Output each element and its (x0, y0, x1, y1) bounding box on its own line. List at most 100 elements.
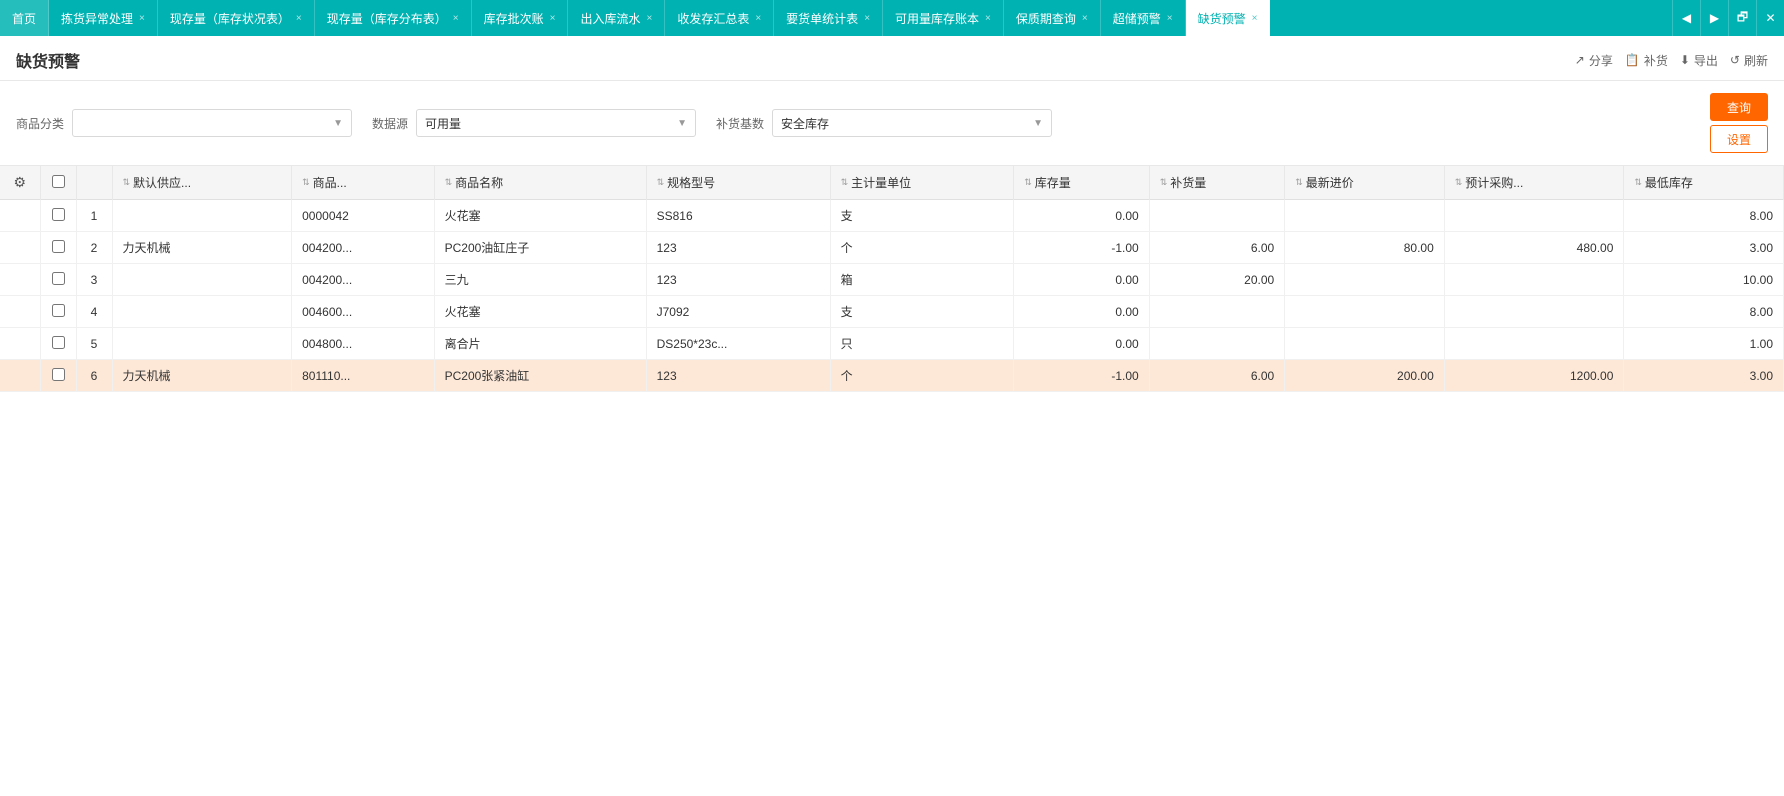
nav-stock-dist-close[interactable]: × (453, 13, 459, 24)
nav-expiry[interactable]: 保质期查询 × (1004, 0, 1101, 36)
nav-stock-dist[interactable]: 现存量（库存分布表） × (315, 0, 472, 36)
row-checkbox[interactable] (52, 208, 65, 221)
nav-stock-status[interactable]: 现存量（库存状况表） × (158, 0, 315, 36)
select-all-checkbox[interactable] (52, 175, 65, 188)
row-checkbox-cell[interactable] (40, 200, 76, 232)
row-stock: 0.00 (1014, 264, 1150, 296)
th-est-purchase-label: 预计采购... (1465, 174, 1523, 191)
row-checkbox[interactable] (52, 336, 65, 349)
nav-demand-close[interactable]: × (864, 13, 870, 24)
nav-available-close[interactable]: × (985, 13, 991, 24)
th-supplier[interactable]: ⇅ 默认供应... (112, 166, 292, 200)
row-checkbox-cell[interactable] (40, 232, 76, 264)
nav-summary-close[interactable]: × (755, 13, 761, 24)
nav-shortage-close[interactable]: × (1252, 13, 1258, 24)
th-gear[interactable]: ⚙ (0, 166, 40, 200)
row-supplier (112, 200, 292, 232)
th-replenish[interactable]: ⇅ 补货量 (1149, 166, 1285, 200)
row-code: 004200... (292, 232, 434, 264)
row-checkbox[interactable] (52, 304, 65, 317)
replenish-icon: 📋 (1625, 53, 1640, 67)
nav-summary-label: 收发存汇总表 (677, 10, 749, 27)
category-select[interactable]: ▼ (72, 109, 352, 137)
share-label: 分享 (1589, 52, 1613, 69)
th-unit[interactable]: ⇅ 主计量单位 (830, 166, 1014, 200)
th-latest-price[interactable]: ⇅ 最新进价 (1285, 166, 1445, 200)
th-spec-sort-icon: ⇅ (657, 177, 665, 188)
nav-restore-button[interactable]: 🗗 (1728, 0, 1756, 36)
nav-demand-label: 要货单统计表 (786, 10, 858, 27)
refresh-label: 刷新 (1744, 52, 1768, 69)
filter-row: 商品分类 ▼ 数据源 可用量 ▼ 补货基数 安全库存 ▼ 查询 设置 (0, 81, 1784, 166)
row-min-stock: 3.00 (1624, 232, 1784, 264)
row-spec: 123 (646, 264, 830, 296)
th-stock[interactable]: ⇅ 库存量 (1014, 166, 1150, 200)
nav-close-button[interactable]: ✕ (1756, 0, 1784, 36)
th-unit-sort-icon: ⇅ (841, 177, 849, 188)
row-supplier: 力天机械 (112, 232, 292, 264)
row-latest-price (1285, 328, 1445, 360)
th-est-purchase[interactable]: ⇅ 预计采购... (1444, 166, 1624, 200)
nav-overstock-close[interactable]: × (1167, 13, 1173, 24)
nav-overstock[interactable]: 超储预警 × (1101, 0, 1186, 36)
datasource-filter-group: 数据源 可用量 ▼ (372, 109, 696, 137)
row-name: 离合片 (434, 328, 646, 360)
row-checkbox-cell[interactable] (40, 360, 76, 392)
th-unit-label: 主计量单位 (851, 174, 911, 191)
th-code-sort-icon: ⇅ (302, 177, 310, 188)
nav-picking-close[interactable]: × (139, 13, 145, 24)
datasource-select[interactable]: 可用量 ▼ (416, 109, 696, 137)
row-checkbox-cell[interactable] (40, 296, 76, 328)
th-name[interactable]: ⇅ 商品名称 (434, 166, 646, 200)
row-replenish: 6.00 (1149, 360, 1285, 392)
nav-home[interactable]: 首页 (0, 0, 49, 36)
th-code[interactable]: ⇅ 商品... (292, 166, 434, 200)
table-body: 1 0000042 火花塞 SS816 支 0.00 8.00 2 力天机械 0… (0, 200, 1784, 392)
row-checkbox-cell[interactable] (40, 264, 76, 296)
nav-flow-close[interactable]: × (646, 13, 652, 24)
replenish-select[interactable]: 安全库存 ▼ (772, 109, 1052, 137)
nav-flow[interactable]: 出入库流水 × (568, 0, 665, 36)
nav-stock-status-label: 现存量（库存状况表） (170, 10, 290, 27)
nav-available[interactable]: 可用量库存账本 × (883, 0, 1004, 36)
nav-expiry-close[interactable]: × (1082, 13, 1088, 24)
settings-button[interactable]: 设置 (1710, 125, 1768, 153)
th-spec[interactable]: ⇅ 规格型号 (646, 166, 830, 200)
th-replenish-sort-icon: ⇅ (1160, 177, 1168, 188)
share-button[interactable]: ↗ 分享 (1575, 52, 1613, 69)
th-latest-price-sort-icon: ⇅ (1295, 177, 1303, 188)
th-min-stock[interactable]: ⇅ 最低库存 (1624, 166, 1784, 200)
page-title: 缺货预警 (16, 48, 80, 72)
gear-icon[interactable]: ⚙ (13, 174, 26, 190)
row-supplier (112, 328, 292, 360)
row-latest-price: 200.00 (1285, 360, 1445, 392)
export-button[interactable]: ⬇ 导出 (1680, 52, 1718, 69)
refresh-button[interactable]: ↺ 刷新 (1730, 52, 1768, 69)
row-checkbox[interactable] (52, 240, 65, 253)
replenish-button[interactable]: 📋 补货 (1625, 52, 1668, 69)
nav-stock-dist-label: 现存量（库存分布表） (327, 10, 447, 27)
row-name: PC200张紧油缸 (434, 360, 646, 392)
row-spec: SS816 (646, 200, 830, 232)
nav-demand[interactable]: 要货单统计表 × (774, 0, 883, 36)
nav-summary[interactable]: 收发存汇总表 × (665, 0, 774, 36)
row-code: 004600... (292, 296, 434, 328)
row-latest-price (1285, 264, 1445, 296)
nav-picking[interactable]: 拣货异常处理 × (49, 0, 158, 36)
export-icon: ⬇ (1680, 53, 1690, 67)
table-row: 4 004600... 火花塞 J7092 支 0.00 8.00 (0, 296, 1784, 328)
row-checkbox[interactable] (52, 272, 65, 285)
nav-stock-status-close[interactable]: × (296, 13, 302, 24)
nav-batch[interactable]: 库存批次账 × (472, 0, 569, 36)
query-button[interactable]: 查询 (1710, 93, 1768, 121)
row-checkbox[interactable] (52, 368, 65, 381)
nav-shortage[interactable]: 缺货预警 × (1186, 0, 1271, 36)
nav-next-button[interactable]: ▶ (1700, 0, 1728, 36)
nav-batch-close[interactable]: × (550, 13, 556, 24)
th-supplier-sort-icon: ⇅ (123, 177, 131, 188)
nav-prev-button[interactable]: ◀ (1672, 0, 1700, 36)
row-checkbox-cell[interactable] (40, 328, 76, 360)
nav-overstock-label: 超储预警 (1113, 10, 1161, 27)
datasource-value: 可用量 (425, 115, 461, 132)
category-filter-group: 商品分类 ▼ (16, 109, 352, 137)
